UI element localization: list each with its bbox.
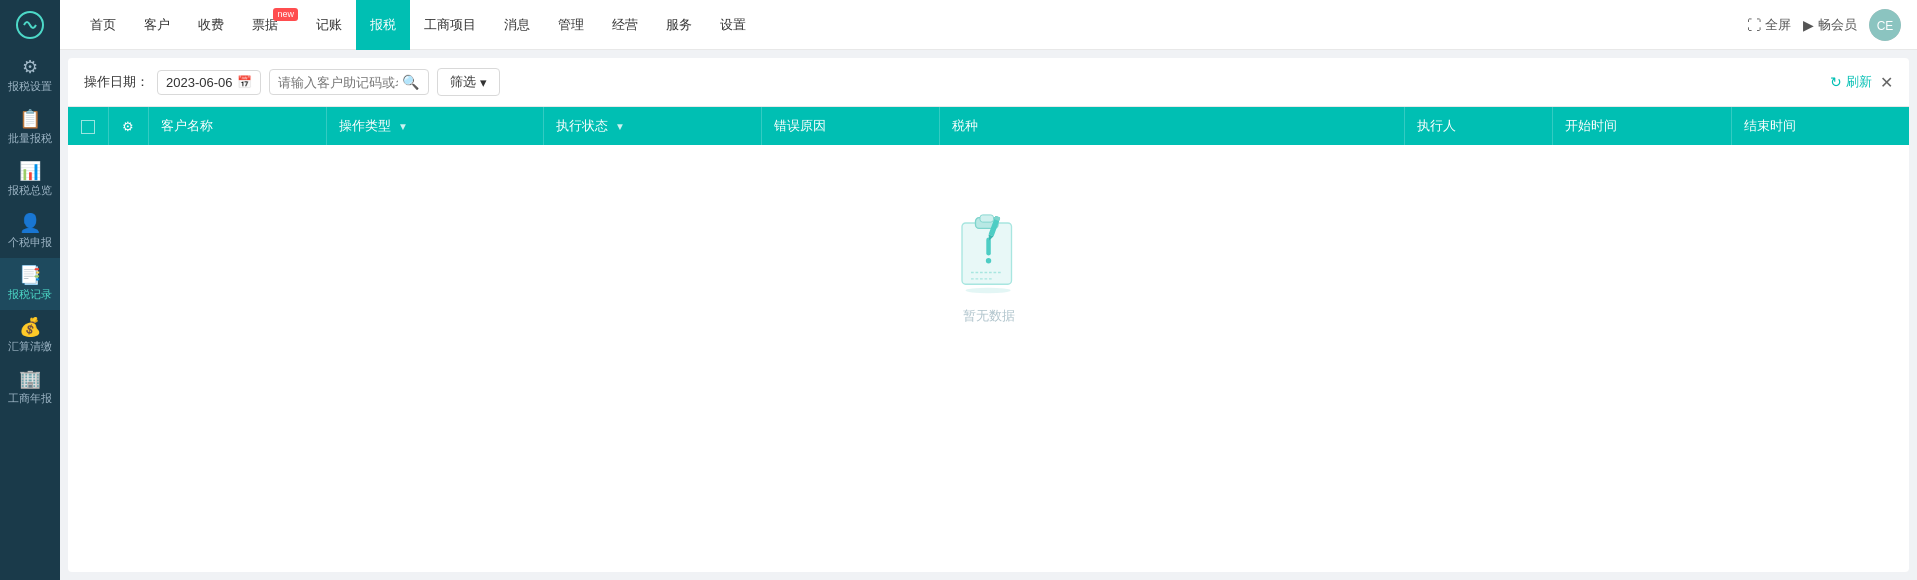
th-operation-type: 操作类型 ▼: [327, 107, 544, 145]
empty-text: 暂无数据: [963, 307, 1015, 325]
settings-icon: ⚙: [22, 58, 38, 76]
table-body: 暂无数据: [68, 145, 1909, 385]
nav-item-industry[interactable]: 工商项目: [410, 0, 490, 50]
th-error-reason: 错误原因: [761, 107, 940, 145]
sidebar-item-label: 个税申报: [8, 235, 52, 250]
date-value: 2023-06-06: [166, 75, 233, 90]
th-checkbox[interactable]: [68, 107, 108, 145]
user-avatar[interactable]: CE: [1869, 9, 1901, 41]
sidebar-item-huisuan-jiaona[interactable]: 💰 汇算清缴: [0, 310, 60, 362]
refresh-button[interactable]: ↻ 刷新: [1830, 73, 1872, 91]
sidebar-item-label: 批量报税: [8, 131, 52, 146]
th-start-time: 开始时间: [1553, 107, 1732, 145]
calendar-icon: 📅: [237, 75, 252, 89]
search-input[interactable]: [278, 75, 398, 90]
date-label: 操作日期：: [84, 73, 149, 91]
nav-item-tax[interactable]: 报税: [356, 0, 410, 50]
date-picker[interactable]: 2023-06-06 📅: [157, 70, 261, 95]
table-empty-row: 暂无数据: [68, 145, 1909, 385]
topnav-menu: 首页 客户 收费 票据 new 记账 报税 工商项目 消息: [76, 0, 1747, 50]
nav-item-service[interactable]: 服务: [652, 0, 706, 50]
sidebar-item-gongshang-nianbao[interactable]: 🏢 工商年报: [0, 362, 60, 414]
sidebar-item-label: 汇算清缴: [8, 339, 52, 354]
settings-icon: ⚙: [122, 119, 134, 134]
sidebar-item-baoshui-shezhi[interactable]: ⚙ 报税设置: [0, 50, 60, 102]
svg-text:CE: CE: [1877, 19, 1894, 33]
batch-icon: 📋: [19, 110, 41, 128]
empty-state: 暂无数据: [68, 145, 1909, 385]
play-icon: ▶: [1803, 17, 1814, 33]
fullscreen-icon: ⛶: [1747, 17, 1761, 33]
svg-rect-6: [986, 237, 991, 255]
th-customer-name: 客户名称: [148, 107, 327, 145]
fullscreen-btn[interactable]: ⛶ 全屏: [1747, 16, 1791, 34]
sidebar-item-label: 工商年报: [8, 391, 52, 406]
sidebar-item-piliang-baoshui[interactable]: 📋 批量报税: [0, 102, 60, 154]
search-icon: 🔍: [402, 74, 419, 90]
topnav: 首页 客户 收费 票据 new 记账 报税 工商项目 消息: [60, 0, 1917, 50]
th-exec-status: 执行状态 ▼: [544, 107, 761, 145]
table-header-row: ⚙ 客户名称 操作类型 ▼ 执行状态 ▼: [68, 107, 1909, 145]
member-btn[interactable]: ▶ 畅会员: [1803, 16, 1857, 34]
nav-item-account[interactable]: 记账: [302, 0, 356, 50]
search-input-wrap: 🔍: [269, 69, 429, 95]
filter-icon: ▼: [398, 121, 408, 132]
sidebar-item-geshuishen-bao[interactable]: 👤 个税申报: [0, 206, 60, 258]
filter-button[interactable]: 筛选 ▾: [437, 68, 500, 96]
sidebar: ⚙ 报税设置 📋 批量报税 📊 报税总览 👤 个税申报 📑 报税记录 💰 汇算清…: [0, 0, 60, 580]
header-checkbox[interactable]: [81, 120, 95, 134]
refresh-icon: ↻: [1830, 74, 1842, 90]
overview-icon: 📊: [19, 162, 41, 180]
nav-item-manage[interactable]: 管理: [544, 0, 598, 50]
nav-item-home[interactable]: 首页: [76, 0, 130, 50]
nav-item-invoice[interactable]: 票据 new: [238, 0, 302, 50]
nav-item-settings[interactable]: 设置: [706, 0, 760, 50]
sidebar-item-baoshui-zonglam[interactable]: 📊 报税总览: [0, 154, 60, 206]
person-icon: 👤: [19, 214, 41, 232]
sidebar-item-label: 报税总览: [8, 183, 52, 198]
sidebar-item-label: 报税记录: [8, 287, 52, 302]
svg-point-7: [985, 258, 990, 263]
table-container: ⚙ 客户名称 操作类型 ▼ 执行状态 ▼: [68, 107, 1909, 572]
money-icon: 💰: [19, 318, 41, 336]
sidebar-item-baoshui-jilu[interactable]: 📑 报税记录: [0, 258, 60, 310]
th-end-time: 结束时间: [1731, 107, 1909, 145]
th-settings[interactable]: ⚙: [108, 107, 148, 145]
svg-point-13: [965, 288, 1010, 293]
nav-item-finance[interactable]: 经营: [598, 0, 652, 50]
filter-label: 筛选: [450, 73, 476, 91]
svg-rect-5: [980, 215, 994, 222]
chevron-down-icon: ▾: [480, 75, 487, 90]
nav-item-customer[interactable]: 客户: [130, 0, 184, 50]
th-tax-type: 税种: [940, 107, 1404, 145]
close-button[interactable]: ✕: [1880, 73, 1893, 92]
filter-icon: ▼: [615, 121, 625, 132]
toolbar: 操作日期： 2023-06-06 📅 🔍 筛选 ▾ ↻ 刷新 ✕: [68, 58, 1909, 107]
record-icon: 📑: [19, 266, 41, 284]
nav-item-fees[interactable]: 收费: [184, 0, 238, 50]
nav-item-message[interactable]: 消息: [490, 0, 544, 50]
new-badge: new: [273, 8, 298, 22]
data-table: ⚙ 客户名称 操作类型 ▼ 执行状态 ▼: [68, 107, 1909, 385]
building-icon: 🏢: [19, 370, 41, 388]
sidebar-logo: [0, 0, 60, 50]
th-executor: 执行人: [1404, 107, 1553, 145]
empty-illustration: [944, 205, 1034, 295]
topnav-right: ⛶ 全屏 ▶ 畅会员 CE: [1747, 9, 1901, 41]
page-area: 操作日期： 2023-06-06 📅 🔍 筛选 ▾ ↻ 刷新 ✕: [60, 50, 1917, 580]
sidebar-item-label: 报税设置: [8, 79, 52, 94]
main-content: 首页 客户 收费 票据 new 记账 报税 工商项目 消息: [60, 0, 1917, 580]
